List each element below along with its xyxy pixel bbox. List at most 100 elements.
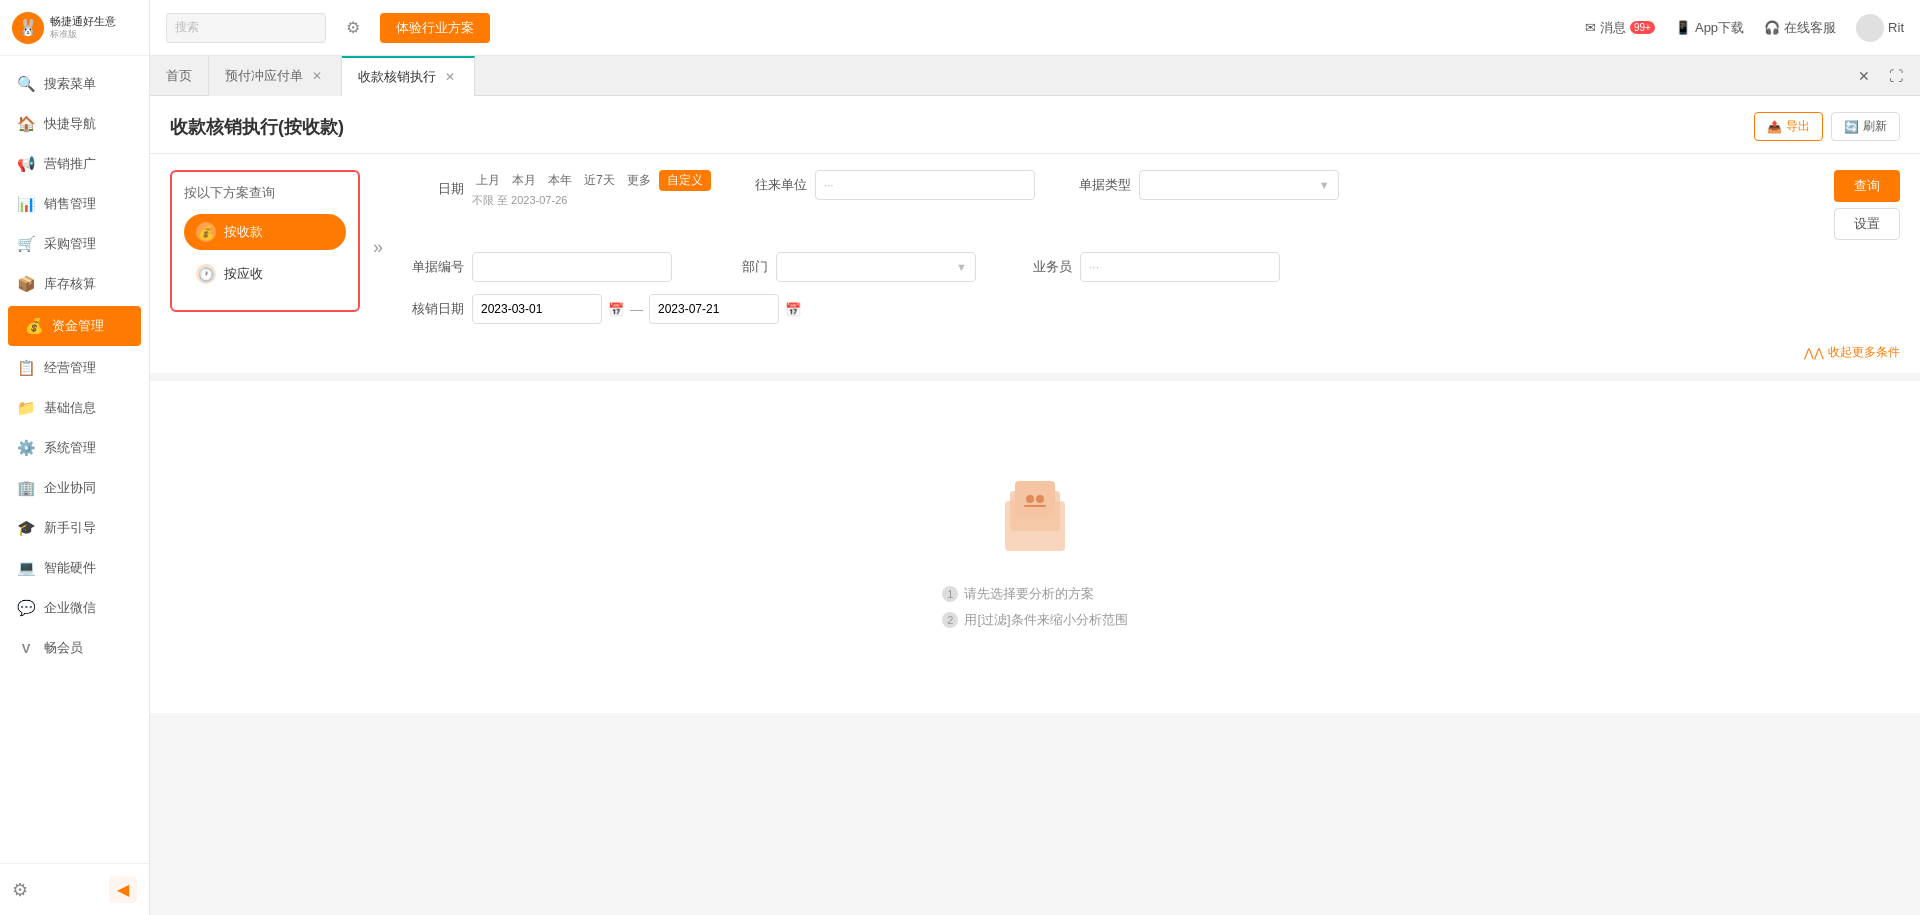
dept-select[interactable]: ▼ bbox=[776, 252, 976, 282]
sidebar-item-search[interactable]: 🔍 搜索菜单 bbox=[0, 64, 149, 104]
collapse-button[interactable]: » bbox=[368, 170, 388, 324]
date-quick-buttons: 上月 本月 本年 近7天 更多 自定义 bbox=[472, 170, 711, 191]
main-area: 搜索 ⚙ 体验行业方案 ✉ 消息 99+ 📱 App下载 🎧 在线客服 Rit bbox=[150, 0, 1920, 915]
header-search-box[interactable]: 搜索 bbox=[166, 13, 326, 43]
verify-date-start-input[interactable] bbox=[472, 294, 602, 324]
dept-label: 部门 bbox=[708, 258, 768, 276]
tip-num-1: 1 bbox=[942, 586, 958, 602]
enterprise-icon: 🏢 bbox=[16, 478, 36, 498]
tab-collection[interactable]: 收款核销执行 ✕ bbox=[342, 56, 475, 96]
filter-option-receivable-label: 按应收 bbox=[224, 265, 263, 283]
counterpart-label: 往来单位 bbox=[747, 176, 807, 194]
sidebar: 🐰 畅捷通好生意 标准版 🔍 搜索菜单 🏠 快捷导航 📢 营销推广 📊 销售管理… bbox=[0, 0, 150, 915]
solution-button[interactable]: 体验行业方案 bbox=[380, 13, 490, 43]
online-service-item[interactable]: 🎧 在线客服 bbox=[1764, 19, 1836, 37]
sidebar-item-purchase[interactable]: 🛒 采购管理 bbox=[0, 224, 149, 264]
sidebar-item-wechat[interactable]: 💬 企业微信 bbox=[0, 588, 149, 628]
calendar-start-icon[interactable]: 📅 bbox=[608, 302, 624, 317]
dept-field-group: 部门 ▼ bbox=[708, 252, 976, 282]
tab-prepay-close-icon[interactable]: ✕ bbox=[309, 68, 325, 84]
query-buttons: 查询 设置 bbox=[1834, 170, 1900, 240]
purchase-icon: 🛒 bbox=[16, 234, 36, 254]
wechat-icon: 💬 bbox=[16, 598, 36, 618]
sidebar-item-quick-nav[interactable]: 🏠 快捷导航 bbox=[0, 104, 149, 144]
sidebar-item-inventory[interactable]: 📦 库存核算 bbox=[0, 264, 149, 304]
tab-expand-icon[interactable]: ⛶ bbox=[1884, 64, 1908, 88]
sidebar-footer: ⚙ ◀ bbox=[0, 863, 149, 915]
staff-input[interactable]: ··· bbox=[1080, 252, 1280, 282]
staff-field-group: 业务员 ··· bbox=[1012, 252, 1280, 282]
counterpart-placeholder: ··· bbox=[824, 178, 834, 192]
sidebar-item-operations[interactable]: 📋 经营管理 bbox=[0, 348, 149, 388]
sidebar-label-hardware: 智能硬件 bbox=[44, 559, 96, 577]
collapse-more-button[interactable]: ⋀⋀ 收起更多条件 bbox=[1804, 344, 1900, 361]
tab-prepay[interactable]: 预付冲应付单 ✕ bbox=[209, 56, 342, 96]
dept-chevron-icon: ▼ bbox=[956, 261, 967, 273]
footer-settings-icon[interactable]: ⚙ bbox=[12, 879, 28, 901]
empty-state: 1 请先选择要分析的方案 2 用[过滤]条件来缩小分析范围 bbox=[150, 381, 1920, 713]
tab-collection-label: 收款核销执行 bbox=[358, 68, 436, 86]
collapse-more-label: 收起更多条件 bbox=[1828, 344, 1900, 361]
date-btn-custom[interactable]: 自定义 bbox=[659, 170, 711, 191]
sidebar-item-basic-info[interactable]: 📁 基础信息 bbox=[0, 388, 149, 428]
app-download-icon: 📱 bbox=[1675, 20, 1691, 35]
sidebar-item-sales[interactable]: 📊 销售管理 bbox=[0, 184, 149, 224]
svg-point-3 bbox=[1026, 495, 1034, 503]
staff-placeholder: ··· bbox=[1089, 260, 1099, 274]
tab-close-all-icon[interactable]: ✕ bbox=[1852, 64, 1876, 88]
date-range-separator: — bbox=[630, 302, 643, 317]
logo-area: 🐰 畅捷通好生意 标准版 bbox=[0, 0, 149, 56]
sidebar-item-hardware[interactable]: 💻 智能硬件 bbox=[0, 548, 149, 588]
app-download-item[interactable]: 📱 App下载 bbox=[1675, 19, 1744, 37]
tip-text-2: 用[过滤]条件来缩小分析范围 bbox=[964, 607, 1127, 633]
message-item[interactable]: ✉ 消息 99+ bbox=[1585, 19, 1655, 37]
counterpart-input[interactable]: ··· bbox=[815, 170, 1035, 200]
svg-rect-2 bbox=[1015, 481, 1055, 516]
date-btn-last-month[interactable]: 上月 bbox=[472, 170, 504, 191]
sidebar-label-marketing: 营销推广 bbox=[44, 155, 96, 173]
settings-button[interactable]: 设置 bbox=[1834, 208, 1900, 240]
sidebar-item-finance[interactable]: 💰 资金管理 bbox=[8, 306, 141, 346]
sidebar-item-marketing[interactable]: 📢 营销推广 bbox=[0, 144, 149, 184]
date-btn-7days[interactable]: 近7天 bbox=[580, 170, 619, 191]
filter-option-receipt-label: 按收款 bbox=[224, 223, 263, 241]
sidebar-item-guide[interactable]: 🎓 新手引导 bbox=[0, 508, 149, 548]
verify-date-end-input[interactable] bbox=[649, 294, 779, 324]
top-header: 搜索 ⚙ 体验行业方案 ✉ 消息 99+ 📱 App下载 🎧 在线客服 Rit bbox=[150, 0, 1920, 56]
export-button[interactable]: 📤 导出 bbox=[1754, 112, 1823, 141]
receipt-icon: 💰 bbox=[196, 222, 216, 242]
footer-collapse-icon[interactable]: ◀ bbox=[109, 876, 137, 903]
tip-num-2: 2 bbox=[942, 612, 958, 628]
settings-gear-icon[interactable]: ⚙ bbox=[338, 13, 368, 43]
sidebar-item-enterprise[interactable]: 🏢 企业协同 bbox=[0, 468, 149, 508]
tab-collection-close-icon[interactable]: ✕ bbox=[442, 69, 458, 85]
sidebar-item-member[interactable]: V 畅会员 bbox=[0, 628, 149, 668]
date-btn-this-year[interactable]: 本年 bbox=[544, 170, 576, 191]
search-icon: 🔍 bbox=[16, 74, 36, 94]
page-title: 收款核销执行(按收款) bbox=[170, 115, 344, 151]
tab-prepay-label: 预付冲应付单 bbox=[225, 67, 303, 85]
empty-illustration bbox=[975, 461, 1095, 561]
query-button[interactable]: 查询 bbox=[1834, 170, 1900, 202]
refresh-button[interactable]: 🔄 刷新 bbox=[1831, 112, 1900, 141]
sidebar-item-system[interactable]: ⚙️ 系统管理 bbox=[0, 428, 149, 468]
date-btn-more[interactable]: 更多 bbox=[623, 170, 655, 191]
tab-home-label: 首页 bbox=[166, 67, 192, 85]
tab-bar-right: ✕ ⛶ bbox=[1852, 64, 1920, 88]
sidebar-label-system: 系统管理 bbox=[44, 439, 96, 457]
doc-type-select[interactable]: ▼ bbox=[1139, 170, 1339, 200]
tab-bar: 首页 预付冲应付单 ✕ 收款核销执行 ✕ ✕ ⛶ bbox=[150, 56, 1920, 96]
filter-option-by-receipt[interactable]: 💰 按收款 bbox=[184, 214, 346, 250]
filter-option-by-receivable[interactable]: 🕐 按应收 bbox=[184, 256, 346, 292]
filter-area: 按以下方案查询 💰 按收款 🕐 按应收 » 日期 bbox=[150, 154, 1920, 340]
search-placeholder: 搜索 bbox=[175, 19, 199, 36]
calendar-end-icon[interactable]: 📅 bbox=[785, 302, 801, 317]
finance-icon: 💰 bbox=[24, 316, 44, 336]
doc-no-input[interactable] bbox=[472, 252, 672, 282]
sidebar-label-search: 搜索菜单 bbox=[44, 75, 96, 93]
user-info[interactable]: Rit bbox=[1856, 14, 1904, 42]
date-btn-this-month[interactable]: 本月 bbox=[508, 170, 540, 191]
verify-date-field-group: 核销日期 📅 — 📅 bbox=[404, 294, 801, 324]
tab-home[interactable]: 首页 bbox=[150, 56, 209, 96]
filter-row-2: 单据编号 部门 ▼ 业务员 ··· bbox=[404, 252, 1900, 282]
